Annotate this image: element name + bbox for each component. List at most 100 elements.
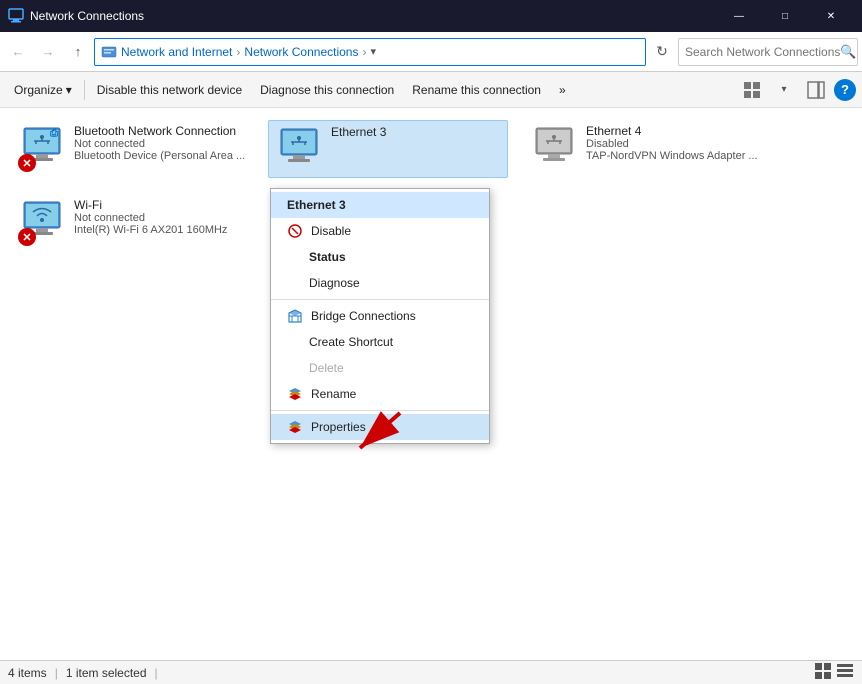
delete-icon-spacer [287, 360, 301, 376]
more-label: » [559, 83, 566, 97]
details-pane-button[interactable] [802, 76, 830, 104]
organize-label: Organize [14, 83, 63, 97]
view-tiles-icon [743, 81, 761, 99]
search-icon: 🔍 [840, 44, 856, 60]
context-diagnose[interactable]: Diagnose [271, 270, 489, 296]
network-text-wifi: Wi-Fi Not connected Intel(R) Wi-Fi 6 AX2… [74, 198, 246, 236]
selected-count: 1 item selected [66, 666, 147, 680]
pane-icon [807, 81, 825, 99]
status-separator-2: | [155, 666, 158, 680]
bluetooth-name: Bluetooth Network Connection [74, 124, 246, 138]
disable-network-button[interactable]: Disable this network device [89, 76, 250, 104]
network-text-ethernet3: Ethernet 3 [331, 125, 501, 139]
context-menu-header: Ethernet 3 [271, 192, 489, 218]
context-separator-2 [271, 410, 489, 411]
ethernet4-status: Disabled [586, 138, 758, 150]
rename-icon [287, 386, 303, 402]
path-dropdown[interactable]: ▾ [370, 45, 376, 58]
ethernet3-icon [275, 125, 323, 173]
main-content: ⎙ ✕ Bluetooth Network Connection Not con… [0, 108, 862, 660]
path-icon [101, 44, 117, 60]
status-separator-1: | [55, 666, 58, 680]
red-x-bluetooth: ✕ [18, 154, 36, 172]
maximize-button[interactable]: □ [762, 0, 808, 32]
view-options-button[interactable] [738, 76, 766, 104]
search-input[interactable] [685, 45, 840, 59]
view-dropdown-button[interactable]: ▾ [770, 76, 798, 104]
network-item-bluetooth[interactable]: ⎙ ✕ Bluetooth Network Connection Not con… [12, 120, 252, 178]
window-title: Network Connections [30, 9, 716, 23]
breadcrumb-network-connections[interactable]: Network Connections [244, 45, 358, 59]
rename-button[interactable]: Rename this connection [404, 76, 549, 104]
up-button[interactable]: ↑ [64, 38, 92, 66]
forward-button[interactable]: → [34, 38, 62, 66]
ethernet4-icon [530, 124, 578, 172]
context-shortcut[interactable]: Create Shortcut [271, 329, 489, 355]
diagnose-label: Diagnose this connection [260, 83, 394, 97]
properties-icon [287, 419, 303, 435]
breadcrumb-network-internet[interactable]: Network and Internet [121, 45, 232, 59]
network-item-wifi[interactable]: ✕ Wi-Fi Not connected Intel(R) Wi-Fi 6 A… [12, 194, 252, 250]
path-sep-2: › [362, 45, 366, 59]
status-label: Status [309, 250, 346, 264]
context-disable[interactable]: Disable [271, 218, 489, 244]
toolbar-right: ▾ ? [738, 76, 856, 104]
shortcut-label: Create Shortcut [309, 335, 393, 349]
close-button[interactable]: ✕ [808, 0, 854, 32]
network-item-ethernet4[interactable]: Ethernet 4 Disabled TAP-NordVPN Windows … [524, 120, 764, 178]
bluetooth-detail: Bluetooth Device (Personal Area ... [74, 150, 246, 162]
network-icon-container-wifi: ✕ [18, 198, 66, 246]
refresh-button[interactable]: ↻ [648, 38, 676, 66]
svg-text:⎙: ⎙ [49, 127, 59, 139]
app-icon [8, 8, 24, 24]
disable-icon [287, 223, 303, 239]
view-toggle-2[interactable] [836, 662, 854, 683]
context-separator-1 [271, 299, 489, 300]
more-button[interactable]: » [551, 76, 574, 104]
network-item-ethernet3[interactable]: Ethernet 3 [268, 120, 508, 178]
rename-label: Rename this connection [412, 83, 541, 97]
shortcut-icon-spacer [287, 334, 301, 350]
ethernet4-detail: TAP-NordVPN Windows Adapter ... [586, 150, 758, 162]
rename-label: Rename [311, 387, 356, 401]
context-menu: Ethernet 3 Disable Status Diagnose [270, 188, 490, 444]
toolbar-separator [84, 80, 85, 100]
ethernet4-name: Ethernet 4 [586, 124, 758, 138]
diagnose-label: Diagnose [309, 276, 360, 290]
diagnose-button[interactable]: Diagnose this connection [252, 76, 402, 104]
properties-label: Properties [311, 420, 366, 434]
wifi-status: Not connected [74, 212, 246, 224]
diagnose-icon-spacer [287, 275, 301, 291]
context-properties[interactable]: Properties [271, 414, 489, 440]
network-text-bluetooth: Bluetooth Network Connection Not connect… [74, 124, 246, 162]
organize-button[interactable]: Organize ▾ [6, 76, 80, 104]
address-path[interactable]: Network and Internet › Network Connectio… [94, 38, 646, 66]
path-sep-1: › [236, 45, 240, 59]
bridge-label: Bridge Connections [311, 309, 416, 323]
network-icon-container-ethernet3 [275, 125, 323, 173]
context-rename[interactable]: Rename [271, 381, 489, 407]
bluetooth-status: Not connected [74, 138, 246, 150]
organize-arrow: ▾ [66, 83, 72, 97]
context-status[interactable]: Status [271, 244, 489, 270]
title-bar: Network Connections — □ ✕ [0, 0, 862, 32]
delete-label: Delete [309, 361, 344, 375]
back-button[interactable]: ← [4, 38, 32, 66]
wifi-detail: Intel(R) Wi-Fi 6 AX201 160MHz [74, 224, 246, 236]
status-bar: 4 items | 1 item selected | [0, 660, 862, 684]
search-box[interactable]: 🔍 [678, 38, 858, 66]
network-text-ethernet4: Ethernet 4 Disabled TAP-NordVPN Windows … [586, 124, 758, 162]
wifi-name: Wi-Fi [74, 198, 246, 212]
view-toggle-1[interactable] [814, 662, 832, 683]
window-controls: — □ ✕ [716, 0, 854, 32]
ethernet3-name: Ethernet 3 [331, 125, 501, 139]
help-button[interactable]: ? [834, 79, 856, 101]
address-bar: ← → ↑ Network and Internet › Network Con… [0, 32, 862, 72]
context-delete: Delete [271, 355, 489, 381]
item-count: 4 items [8, 666, 47, 680]
status-right-icons [814, 662, 854, 683]
red-x-wifi: ✕ [18, 228, 36, 246]
minimize-button[interactable]: — [716, 0, 762, 32]
context-bridge[interactable]: Bridge Connections [271, 303, 489, 329]
disable-label: Disable this network device [97, 83, 242, 97]
